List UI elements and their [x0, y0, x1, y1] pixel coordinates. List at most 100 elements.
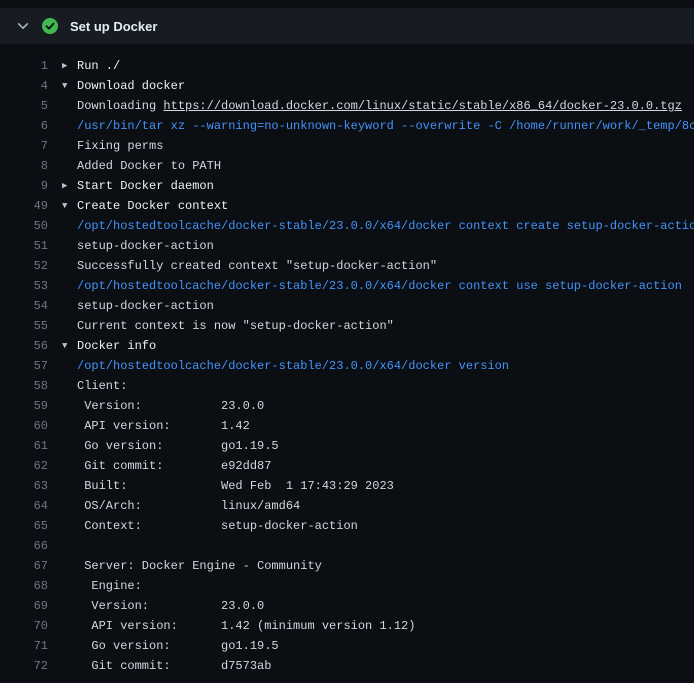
- log-row: 58 Client:: [0, 376, 694, 396]
- group-title: Create Docker context: [77, 199, 228, 213]
- log-text: [62, 536, 694, 556]
- line-number[interactable]: 72: [0, 656, 48, 676]
- line-number[interactable]: 71: [0, 636, 48, 656]
- group-content[interactable]: ▼Create Docker context: [62, 196, 694, 216]
- line-number[interactable]: 53: [0, 276, 48, 296]
- log-lines: 1▶Run ./4▼Download docker5Downloading ht…: [0, 44, 694, 676]
- log-text: Downloading https://download.docker.com/…: [62, 96, 694, 116]
- group-title: Download docker: [77, 79, 185, 93]
- log-row: 64 OS/Arch: linux/amd64: [0, 496, 694, 516]
- line-number[interactable]: 4: [0, 76, 48, 96]
- log-row: 52Successfully created context "setup-do…: [0, 256, 694, 276]
- log-row: 68 Engine:: [0, 576, 694, 596]
- disclosure-collapsed-icon[interactable]: ▶: [62, 56, 77, 76]
- log-row: 70 API version: 1.42 (minimum version 1.…: [0, 616, 694, 636]
- log-text: Built: Wed Feb 1 17:43:29 2023: [62, 476, 694, 496]
- log-row: 53/opt/hostedtoolcache/docker-stable/23.…: [0, 276, 694, 296]
- log-text: Git commit: d7573ab: [62, 656, 694, 676]
- log-text: Client:: [62, 376, 694, 396]
- line-number[interactable]: 56: [0, 336, 48, 356]
- log-row: 54 setup-docker-action: [0, 296, 694, 316]
- line-number[interactable]: 65: [0, 516, 48, 536]
- log-row: 65 Context: setup-docker-action: [0, 516, 694, 536]
- line-number[interactable]: 9: [0, 176, 48, 196]
- log-text: Context: setup-docker-action: [62, 516, 694, 536]
- chevron-down-icon[interactable]: [16, 19, 30, 33]
- log-command-text: /opt/hostedtoolcache/docker-stable/23.0.…: [62, 276, 694, 296]
- log-row: 72 Git commit: d7573ab: [0, 656, 694, 676]
- group-title: Run ./: [77, 59, 120, 73]
- line-number[interactable]: 52: [0, 256, 48, 276]
- log-group-row[interactable]: 49 ▼Create Docker context: [0, 196, 694, 216]
- log-text: Server: Docker Engine - Community: [62, 556, 694, 576]
- line-number[interactable]: 55: [0, 316, 48, 336]
- log-command-text: /usr/bin/tar xz --warning=no-unknown-key…: [62, 116, 694, 136]
- log-text: API version: 1.42: [62, 416, 694, 436]
- log-text: OS/Arch: linux/amd64: [62, 496, 694, 516]
- log-link[interactable]: https://download.docker.com/linux/static…: [163, 99, 681, 113]
- log-text: setup-docker-action: [62, 296, 694, 316]
- log-row: 67 Server: Docker Engine - Community: [0, 556, 694, 576]
- line-number[interactable]: 60: [0, 416, 48, 436]
- line-number[interactable]: 51: [0, 236, 48, 256]
- step-header[interactable]: Set up Docker: [0, 8, 694, 44]
- log-row: 5 Downloading https://download.docker.com…: [0, 96, 694, 116]
- log-text: setup-docker-action: [62, 236, 694, 256]
- group-content[interactable]: ▶Run ./: [62, 56, 694, 76]
- line-number[interactable]: 49: [0, 196, 48, 216]
- log-text: Current context is now "setup-docker-act…: [62, 316, 694, 336]
- log-link-prefix: Downloading: [77, 99, 163, 113]
- disclosure-expanded-icon[interactable]: ▼: [62, 76, 77, 96]
- log-group-row[interactable]: 4 ▼Download docker: [0, 76, 694, 96]
- log-row: 60 API version: 1.42: [0, 416, 694, 436]
- line-number[interactable]: 59: [0, 396, 48, 416]
- log-row: 7 Fixing perms: [0, 136, 694, 156]
- log-command-text: /opt/hostedtoolcache/docker-stable/23.0.…: [62, 356, 694, 376]
- log-group-row[interactable]: 9 ▶Start Docker daemon: [0, 176, 694, 196]
- line-number[interactable]: 66: [0, 536, 48, 556]
- line-number[interactable]: 7: [0, 136, 48, 156]
- line-number[interactable]: 67: [0, 556, 48, 576]
- log-row: 6/usr/bin/tar xz --warning=no-unknown-ke…: [0, 116, 694, 136]
- line-number[interactable]: 63: [0, 476, 48, 496]
- group-title: Start Docker daemon: [77, 179, 214, 193]
- line-number[interactable]: 70: [0, 616, 48, 636]
- step-title: Set up Docker: [70, 19, 157, 34]
- log-row: 71 Go version: go1.19.5: [0, 636, 694, 656]
- line-number[interactable]: 1: [0, 56, 48, 76]
- log-text: Go version: go1.19.5: [62, 636, 694, 656]
- line-number[interactable]: 57: [0, 356, 48, 376]
- success-check-icon: [42, 18, 58, 34]
- line-number[interactable]: 62: [0, 456, 48, 476]
- log-row: 59 Version: 23.0.0: [0, 396, 694, 416]
- group-title: Docker info: [77, 339, 156, 353]
- disclosure-expanded-icon[interactable]: ▼: [62, 336, 77, 356]
- log-text: Go version: go1.19.5: [62, 436, 694, 456]
- group-content[interactable]: ▼Download docker: [62, 76, 694, 96]
- disclosure-collapsed-icon[interactable]: ▶: [62, 176, 77, 196]
- line-number[interactable]: 69: [0, 596, 48, 616]
- log-text: Added Docker to PATH: [62, 156, 694, 176]
- line-number[interactable]: 58: [0, 376, 48, 396]
- log-row: 69 Version: 23.0.0: [0, 596, 694, 616]
- line-number[interactable]: 8: [0, 156, 48, 176]
- line-number[interactable]: 5: [0, 96, 48, 116]
- group-content[interactable]: ▼Docker info: [62, 336, 694, 356]
- line-number[interactable]: 68: [0, 576, 48, 596]
- log-group-row[interactable]: 56 ▼Docker info: [0, 336, 694, 356]
- group-content[interactable]: ▶Start Docker daemon: [62, 176, 694, 196]
- line-number[interactable]: 61: [0, 436, 48, 456]
- log-text: Version: 23.0.0: [62, 596, 694, 616]
- line-number[interactable]: 50: [0, 216, 48, 236]
- workflow-log-viewer: Set up Docker 1▶Run ./4▼Download docker5…: [0, 0, 694, 683]
- line-number[interactable]: 54: [0, 296, 48, 316]
- log-command-text: /opt/hostedtoolcache/docker-stable/23.0.…: [62, 216, 694, 236]
- line-number[interactable]: 6: [0, 116, 48, 136]
- disclosure-expanded-icon[interactable]: ▼: [62, 196, 77, 216]
- log-row: 61 Go version: go1.19.5: [0, 436, 694, 456]
- line-number[interactable]: 64: [0, 496, 48, 516]
- log-text: Fixing perms: [62, 136, 694, 156]
- log-group-row[interactable]: 1 ▶Run ./: [0, 56, 694, 76]
- log-row: 62 Git commit: e92dd87: [0, 456, 694, 476]
- log-row: 63 Built: Wed Feb 1 17:43:29 2023: [0, 476, 694, 496]
